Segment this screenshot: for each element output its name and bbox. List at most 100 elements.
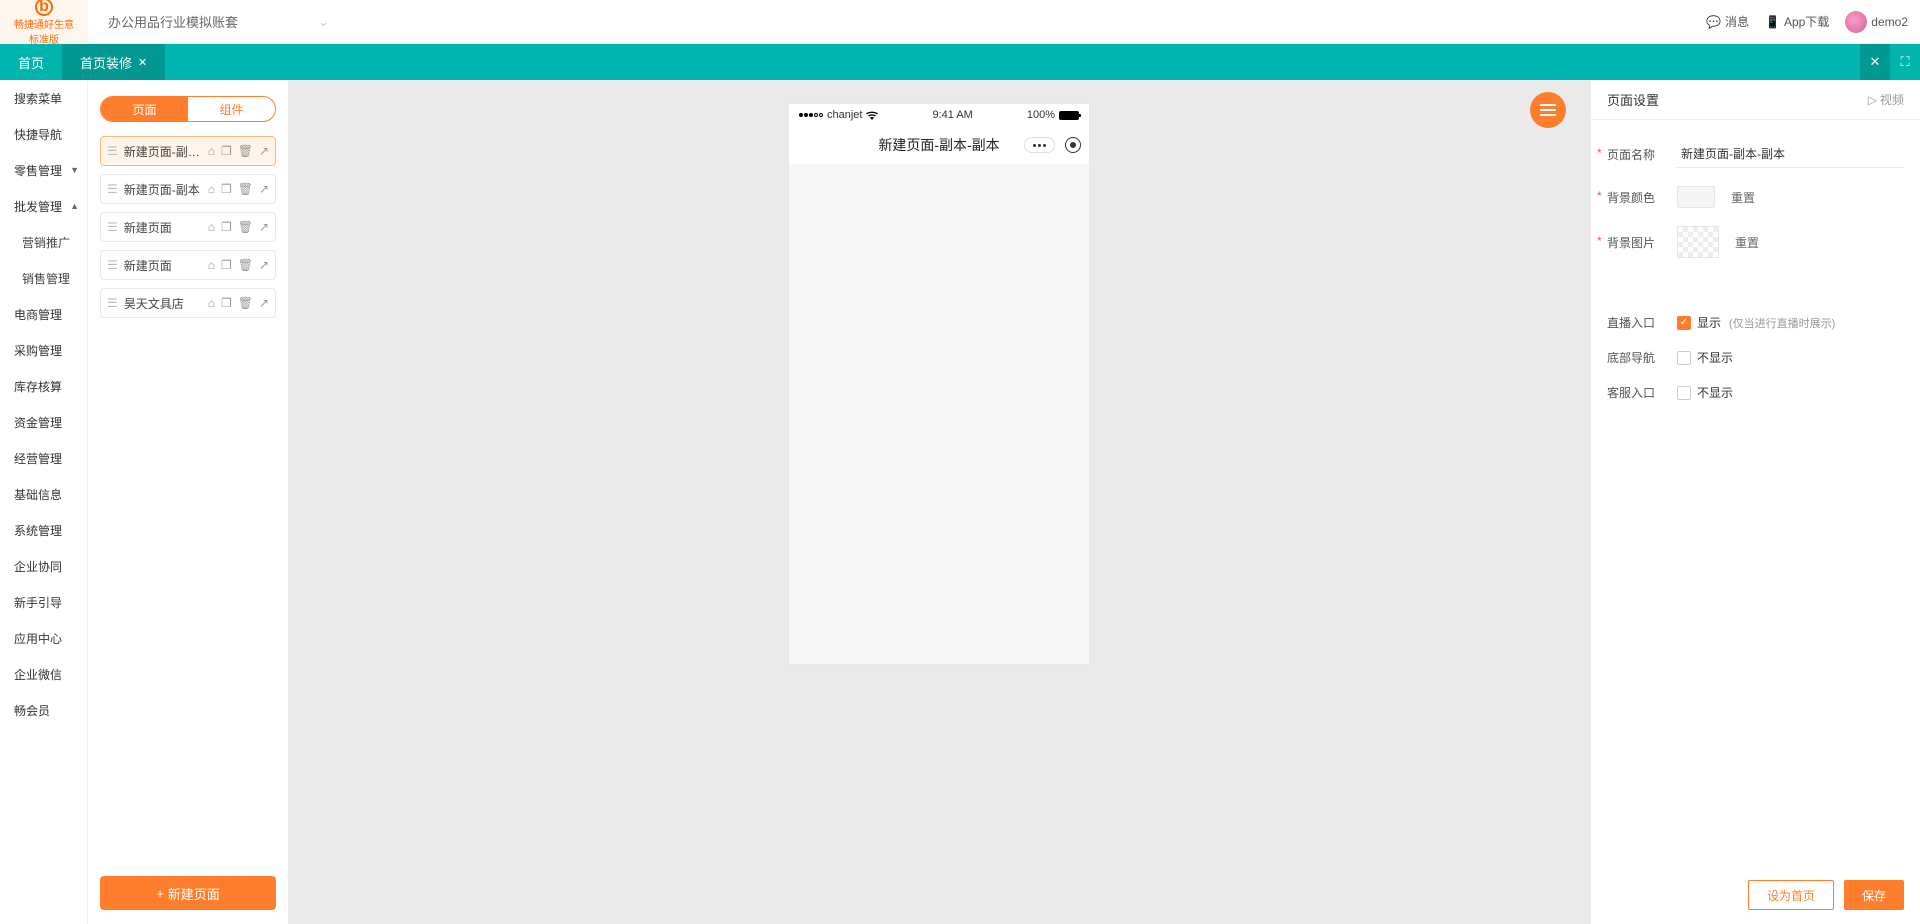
new-page-label: 新建页面	[168, 884, 220, 903]
user-menu[interactable]: demo2	[1845, 11, 1908, 33]
delete-icon[interactable]: 🗑	[238, 220, 253, 234]
sidebar-item-1[interactable]: 快捷导航	[0, 116, 87, 152]
tab-home-label: 首页	[18, 53, 44, 72]
message-button[interactable]: 💬 消息	[1706, 13, 1749, 30]
message-icon: 💬	[1706, 15, 1721, 29]
page-items-list: ☰新建页面-副本-...⌂❐🗑↗☰新建页面-副本⌂❐🗑↗☰新建页面⌂❐🗑↗☰新建…	[100, 136, 276, 318]
sidebar-item-12[interactable]: 系统管理	[0, 512, 87, 548]
delete-icon[interactable]: 🗑	[238, 144, 253, 158]
component-panel-toggle[interactable]	[1530, 92, 1566, 128]
setting-bg-color: 背景颜色 重置	[1607, 186, 1904, 208]
delete-icon[interactable]: 🗑	[238, 182, 253, 196]
sidebar-item-4[interactable]: 营销推广	[0, 224, 87, 260]
bg-image-picker[interactable]	[1677, 226, 1719, 258]
copy-icon[interactable]: ❐	[221, 144, 232, 158]
fullscreen-button[interactable]: ⛶	[1890, 44, 1920, 80]
drag-icon[interactable]: ☰	[107, 144, 118, 158]
sidebar-item-2[interactable]: 零售管理▼	[0, 152, 87, 188]
home-icon[interactable]: ⌂	[208, 220, 215, 234]
share-icon[interactable]: ↗	[259, 144, 269, 158]
bg-color-swatch[interactable]	[1677, 186, 1715, 208]
close-all-tabs-button[interactable]: ✕	[1860, 44, 1890, 80]
share-icon[interactable]: ↗	[259, 258, 269, 272]
download-button[interactable]: 📱 App下载	[1765, 13, 1829, 30]
sidebar-item-14[interactable]: 新手引导	[0, 584, 87, 620]
video-link[interactable]: ▷ 视频	[1868, 91, 1904, 108]
copy-icon[interactable]: ❐	[221, 258, 232, 272]
sidebar-item-0[interactable]: 搜索菜单	[0, 80, 87, 116]
battery-pct: 100%	[1027, 109, 1055, 121]
cs-checkbox[interactable]	[1677, 386, 1691, 400]
delete-icon[interactable]: 🗑	[238, 296, 253, 310]
tab-decorate-label: 首页装修	[80, 53, 132, 72]
copy-icon[interactable]: ❐	[221, 182, 232, 196]
tab-home[interactable]: 首页	[0, 44, 62, 80]
page-name-input[interactable]	[1677, 140, 1904, 168]
share-icon[interactable]: ↗	[259, 220, 269, 234]
home-icon[interactable]: ⌂	[208, 296, 215, 310]
bg-color-reset[interactable]: 重置	[1731, 189, 1755, 206]
sidebar-item-13[interactable]: 企业协同	[0, 548, 87, 584]
username-label: demo2	[1871, 15, 1908, 29]
account-select[interactable]: 办公用品行业模拟账套 ⌄	[108, 12, 329, 31]
sidebar-item-8[interactable]: 库存核算	[0, 368, 87, 404]
sidebar-item-9[interactable]: 资金管理	[0, 404, 87, 440]
phone-icon: 📱	[1765, 15, 1780, 29]
cs-cbox-label: 不显示	[1697, 384, 1733, 401]
sidebar-item-15[interactable]: 应用中心	[0, 620, 87, 656]
page-item-name: 新建页面	[124, 257, 202, 274]
page-item-0[interactable]: ☰新建页面-副本-...⌂❐🗑↗	[100, 136, 276, 166]
sidebar-item-3[interactable]: 批发管理▲	[0, 188, 87, 224]
page-item-4[interactable]: ☰昊天文具店⌂❐🗑↗	[100, 288, 276, 318]
canvas-area: chanjet 9:41 AM 100% 新建页面-副本-副本	[288, 80, 1590, 924]
drag-icon[interactable]: ☰	[107, 296, 118, 310]
chevron-icon: ▼	[70, 165, 79, 175]
cs-label: 客服入口	[1607, 384, 1667, 401]
copy-icon[interactable]: ❐	[221, 296, 232, 310]
settings-header: 页面设置 ▷ 视频	[1591, 80, 1920, 120]
new-page-button[interactable]: + 新建页面	[100, 876, 276, 910]
setting-bg-image: 背景图片 重置	[1607, 226, 1904, 258]
home-icon[interactable]: ⌂	[208, 144, 215, 158]
sidebar-item-17[interactable]: 畅会员	[0, 692, 87, 728]
save-button[interactable]: 保存	[1844, 880, 1904, 910]
setting-page-name: 页面名称	[1607, 140, 1904, 168]
sidebar-item-16[interactable]: 企业微信	[0, 656, 87, 692]
plus-icon: +	[156, 886, 164, 901]
nav-cbox-label: 不显示	[1697, 349, 1733, 366]
page-list-panel: 页面 组件 ☰新建页面-副本-...⌂❐🗑↗☰新建页面-副本⌂❐🗑↗☰新建页面⌂…	[88, 80, 288, 924]
bg-image-reset[interactable]: 重置	[1735, 234, 1759, 251]
live-checkbox[interactable]: ✓	[1677, 316, 1691, 330]
page-item-name: 新建页面	[124, 219, 202, 236]
drag-icon[interactable]: ☰	[107, 182, 118, 196]
tabs-right: ✕ ⛶	[1860, 44, 1920, 80]
share-icon[interactable]: ↗	[259, 182, 269, 196]
phone-body[interactable]	[789, 164, 1089, 664]
chevron-down-icon: ⌄	[318, 14, 329, 30]
logo-icon: b	[35, 0, 53, 16]
share-icon[interactable]: ↗	[259, 296, 269, 310]
copy-icon[interactable]: ❐	[221, 220, 232, 234]
account-select-label: 办公用品行业模拟账套	[108, 12, 238, 31]
toggle-component[interactable]: 组件	[188, 97, 275, 121]
home-icon[interactable]: ⌂	[208, 258, 215, 272]
toggle-page[interactable]: 页面	[101, 97, 188, 121]
page-item-3[interactable]: ☰ 新建页面 ⌂ ❐ 🗑 ↗	[100, 250, 276, 280]
sidebar-item-5[interactable]: 销售管理	[0, 260, 87, 296]
set-home-button[interactable]: 设为首页	[1748, 880, 1834, 910]
drag-icon[interactable]: ☰	[107, 220, 118, 234]
close-icon[interactable]: ✕	[138, 56, 147, 69]
page-item-2[interactable]: ☰ 新建页面 ⌂ ❐ 🗑 ↗	[100, 212, 276, 242]
sidebar-item-7[interactable]: 采购管理	[0, 332, 87, 368]
sidebar-item-6[interactable]: 电商管理	[0, 296, 87, 332]
sidebar-item-11[interactable]: 基础信息	[0, 476, 87, 512]
drag-icon[interactable]: ☰	[107, 258, 118, 272]
nav-checkbox[interactable]	[1677, 351, 1691, 365]
home-icon[interactable]: ⌂	[208, 182, 215, 196]
page-item-1[interactable]: ☰新建页面-副本⌂❐🗑↗	[100, 174, 276, 204]
phone-status-bar: chanjet 9:41 AM 100%	[789, 104, 1089, 126]
sidebar-item-10[interactable]: 经营管理	[0, 440, 87, 476]
logo[interactable]: b 畅捷通好生意 标准版	[0, 0, 88, 44]
delete-icon[interactable]: 🗑	[238, 258, 253, 272]
tab-decorate[interactable]: 首页装修 ✕	[62, 44, 165, 80]
